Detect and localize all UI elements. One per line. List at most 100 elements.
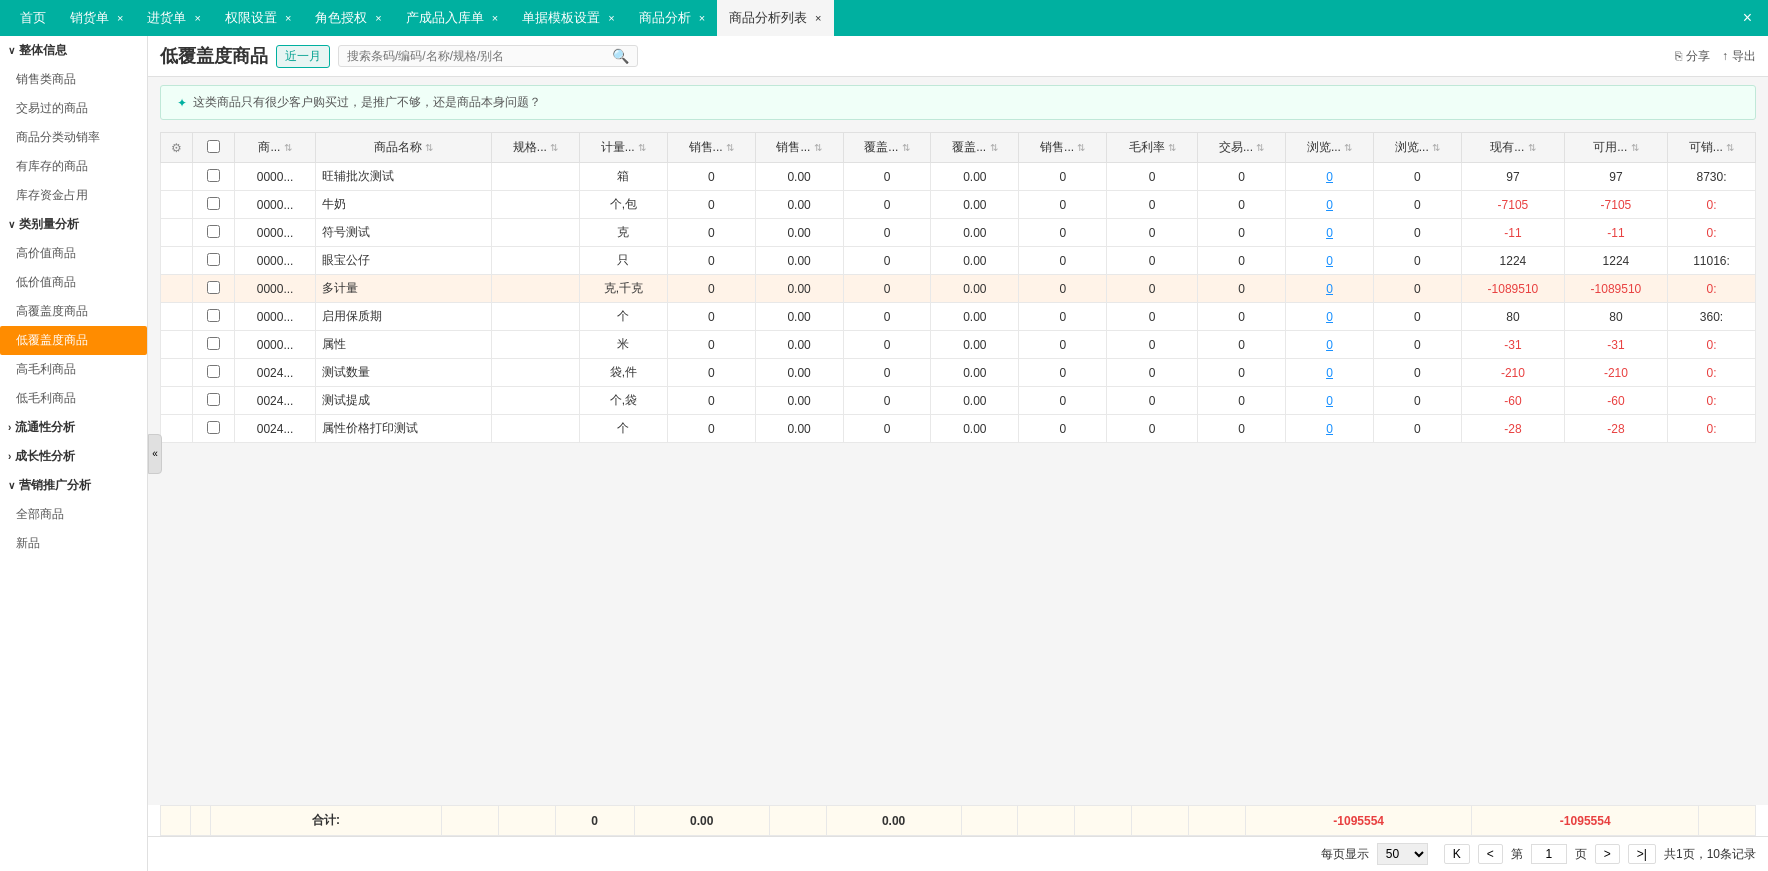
sidebar-section-marketing[interactable]: ∨ 营销推广分析 <box>0 471 147 500</box>
row-view1[interactable]: 0 <box>1286 387 1374 415</box>
nav-item-role[interactable]: 角色授权 × <box>303 0 393 36</box>
nav-item-sales[interactable]: 销货单 × <box>58 0 135 36</box>
sidebar-item-high-margin[interactable]: 高毛利商品 <box>0 355 147 384</box>
sidebar-item-low-value[interactable]: 低价值商品 <box>0 268 147 297</box>
col-spec[interactable]: 规格... ⇅ <box>492 133 580 163</box>
nav-close-sales[interactable]: × <box>117 0 123 36</box>
row-view1[interactable]: 0 <box>1286 219 1374 247</box>
row-select-checkbox[interactable] <box>207 197 220 210</box>
sidebar-item-high-value[interactable]: 高价值商品 <box>0 239 147 268</box>
col-view1[interactable]: 浏览... ⇅ <box>1286 133 1374 163</box>
row-checkbox[interactable] <box>193 275 235 303</box>
sidebar-collapse-button[interactable]: « <box>148 434 162 474</box>
col-coverage1[interactable]: 覆盖... ⇅ <box>843 133 931 163</box>
sidebar-item-low-coverage[interactable]: 低覆盖度商品 <box>0 326 147 355</box>
row-checkbox[interactable] <box>193 387 235 415</box>
col-sales-rank[interactable]: 销售... ⇅ <box>1019 133 1107 163</box>
row-select-checkbox[interactable] <box>207 253 220 266</box>
nav-item-permission[interactable]: 权限设置 × <box>213 0 303 36</box>
col-gross-margin[interactable]: 毛利率 ⇅ <box>1107 133 1198 163</box>
nav-close-finished-goods[interactable]: × <box>492 0 498 36</box>
first-page-button[interactable]: K <box>1444 844 1470 864</box>
nav-close-permission[interactable]: × <box>285 0 291 36</box>
nav-close-template[interactable]: × <box>608 0 614 36</box>
row-checkbox[interactable] <box>193 247 235 275</box>
col-stock-available[interactable]: 可用... ⇅ <box>1564 133 1667 163</box>
row-stock-current: -11 <box>1461 219 1564 247</box>
nav-item-purchase[interactable]: 进货单 × <box>135 0 212 36</box>
row-select-checkbox[interactable] <box>207 393 220 406</box>
col-code[interactable]: 商... ⇅ <box>235 133 315 163</box>
sidebar-item-category-turnover[interactable]: 商品分类动销率 <box>0 123 147 152</box>
row-checkbox[interactable] <box>193 303 235 331</box>
row-settings <box>161 191 193 219</box>
col-transaction[interactable]: 交易... ⇅ <box>1198 133 1286 163</box>
row-view1[interactable]: 0 <box>1286 163 1374 191</box>
sidebar-item-high-coverage[interactable]: 高覆盖度商品 <box>0 297 147 326</box>
row-view1[interactable]: 0 <box>1286 247 1374 275</box>
nav-close-role[interactable]: × <box>375 0 381 36</box>
sidebar-item-stock-capital[interactable]: 库存资金占用 <box>0 181 147 210</box>
col-settings[interactable]: ⚙ <box>161 133 193 163</box>
row-select-checkbox[interactable] <box>207 421 220 434</box>
row-select-checkbox[interactable] <box>207 309 220 322</box>
row-view1[interactable]: 0 <box>1286 275 1374 303</box>
search-box[interactable]: 🔍 <box>338 45 638 67</box>
select-all-checkbox[interactable] <box>207 140 220 153</box>
period-badge[interactable]: 近一月 <box>276 45 330 68</box>
sidebar-section-circulation[interactable]: › 流通性分析 <box>0 413 147 442</box>
share-button[interactable]: ⎘ 分享 <box>1675 48 1710 65</box>
sidebar-section-overview[interactable]: ∨ 整体信息 <box>0 36 147 65</box>
col-sales-qty[interactable]: 销售... ⇅ <box>667 133 755 163</box>
next-page-button[interactable]: > <box>1595 844 1620 864</box>
search-input[interactable] <box>347 49 612 63</box>
nav-item-finished-goods[interactable]: 产成品入库单 × <box>394 0 510 36</box>
col-coverage2[interactable]: 覆盖... ⇅ <box>931 133 1019 163</box>
col-view2[interactable]: 浏览... ⇅ <box>1374 133 1462 163</box>
sidebar-item-new-goods[interactable]: 新品 <box>0 529 147 558</box>
row-select-checkbox[interactable] <box>207 281 220 294</box>
row-checkbox[interactable] <box>193 219 235 247</box>
page-number-input[interactable] <box>1531 844 1567 864</box>
sidebar-item-stocked-goods[interactable]: 有库存的商品 <box>0 152 147 181</box>
col-unit[interactable]: 计量... ⇅ <box>579 133 667 163</box>
sidebar-item-all-goods[interactable]: 全部商品 <box>0 500 147 529</box>
col-stock-current[interactable]: 现有... ⇅ <box>1461 133 1564 163</box>
sidebar-section-category-analysis[interactable]: ∨ 类别量分析 <box>0 210 147 239</box>
row-view1[interactable]: 0 <box>1286 415 1374 443</box>
sort-icon-gross-margin: ⇅ <box>1168 142 1176 153</box>
col-name[interactable]: 商品名称 ⇅ <box>315 133 491 163</box>
row-checkbox[interactable] <box>193 415 235 443</box>
row-view1[interactable]: 0 <box>1286 303 1374 331</box>
sidebar-item-low-margin[interactable]: 低毛利商品 <box>0 384 147 413</box>
export-button[interactable]: ↑ 导出 <box>1722 48 1756 65</box>
nav-close-product-analysis-list[interactable]: × <box>815 0 821 36</box>
row-select-checkbox[interactable] <box>207 169 220 182</box>
row-view1[interactable]: 0 <box>1286 331 1374 359</box>
row-checkbox[interactable] <box>193 359 235 387</box>
close-all-tabs-button[interactable]: × <box>1735 9 1760 27</box>
prev-page-button[interactable]: < <box>1478 844 1503 864</box>
per-page-select[interactable]: 50 20 100 <box>1377 843 1428 865</box>
row-view1[interactable]: 0 <box>1286 359 1374 387</box>
nav-close-purchase[interactable]: × <box>194 0 200 36</box>
sidebar-item-sales-goods[interactable]: 销售类商品 <box>0 65 147 94</box>
row-checkbox[interactable] <box>193 163 235 191</box>
nav-close-product-analysis[interactable]: × <box>699 0 705 36</box>
sidebar-item-traded-goods[interactable]: 交易过的商品 <box>0 94 147 123</box>
row-view1[interactable]: 0 <box>1286 191 1374 219</box>
nav-item-template[interactable]: 单据模板设置 × <box>510 0 626 36</box>
row-select-checkbox[interactable] <box>207 365 220 378</box>
nav-item-home[interactable]: 首页 <box>8 0 58 36</box>
col-sales-amt[interactable]: 销售... ⇅ <box>755 133 843 163</box>
row-select-checkbox[interactable] <box>207 225 220 238</box>
last-page-button[interactable]: >| <box>1628 844 1656 864</box>
sidebar-section-growth[interactable]: › 成长性分析 <box>0 442 147 471</box>
row-select-checkbox[interactable] <box>207 337 220 350</box>
col-stock-saleable[interactable]: 可销... ⇅ <box>1667 133 1755 163</box>
nav-item-product-analysis-list[interactable]: 商品分析列表 × <box>717 0 833 36</box>
col-checkbox[interactable] <box>193 133 235 163</box>
row-checkbox[interactable] <box>193 331 235 359</box>
nav-item-product-analysis[interactable]: 商品分析 × <box>627 0 717 36</box>
row-checkbox[interactable] <box>193 191 235 219</box>
